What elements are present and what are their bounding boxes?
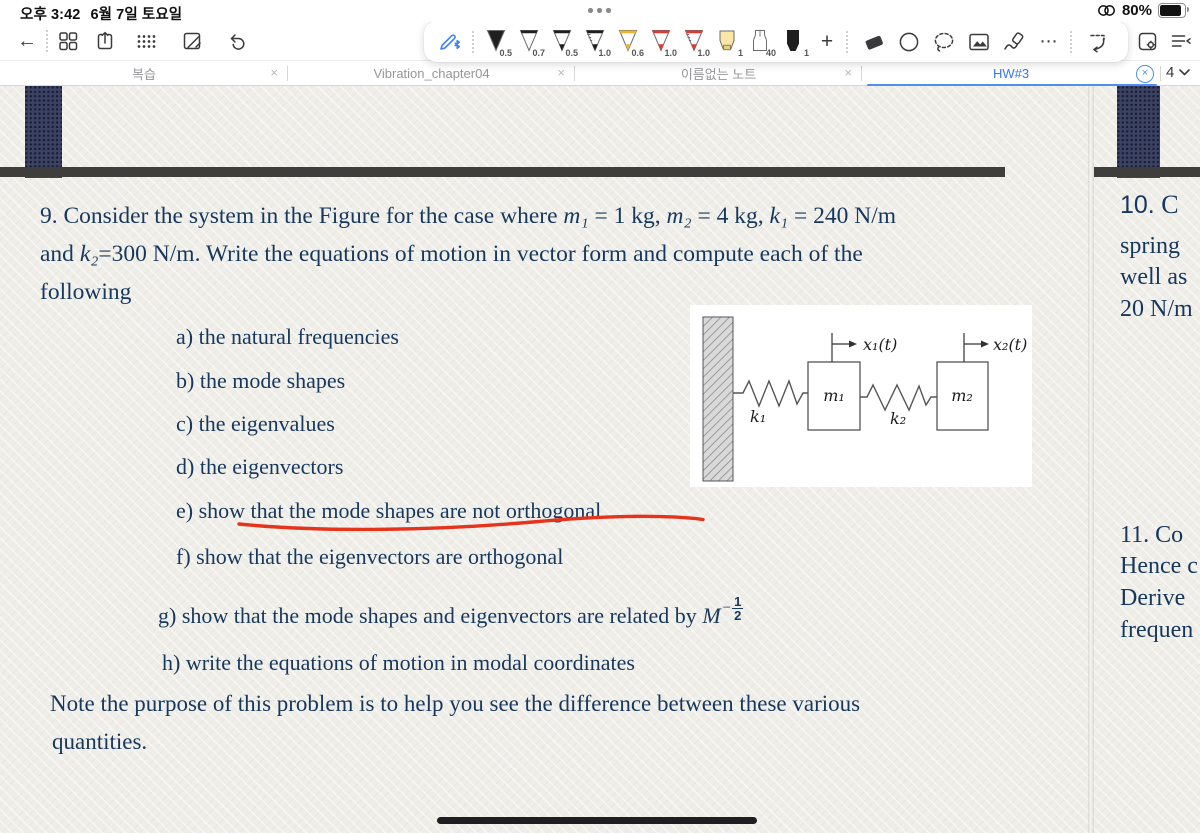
slide-deco-bar-right <box>1094 167 1200 177</box>
page-grid-button[interactable] <box>55 28 81 54</box>
lasso-selection-tool[interactable] <box>1085 29 1111 55</box>
pen-tool-black-07[interactable]: 0.7 <box>517 26 545 58</box>
problem9-line3: following <box>40 279 132 305</box>
page-selector-dropdown[interactable]: 4 <box>1166 64 1191 81</box>
battery-percent: 80% <box>1121 2 1152 19</box>
item-g: g) show that the mode shapes and eigenve… <box>158 593 744 628</box>
window-handle-dots[interactable] <box>588 8 611 13</box>
close-icon[interactable]: × <box>270 65 278 80</box>
pdf-canvas[interactable]: 9. Consider the system in the Figure for… <box>0 86 1200 833</box>
pen-tool-yellow-06[interactable]: 0.6 <box>616 26 644 58</box>
eraser-tool[interactable] <box>861 29 887 55</box>
problem11-line1: 11. Co <box>1120 522 1184 548</box>
marker-tool-black[interactable]: 1 <box>781 26 809 58</box>
sidebar-toggle-button[interactable] <box>1168 28 1194 54</box>
tab-vibration-chapter04[interactable]: Vibration_chapter04 × <box>288 61 575 86</box>
problem10-line3: well as <box>1120 264 1188 290</box>
annotation-mode-button[interactable] <box>179 28 205 54</box>
pen-panel-divider <box>1070 30 1072 53</box>
tab-untitled-note[interactable]: 이름없는 노트 × <box>575 61 862 86</box>
ruler-pen-tool-red-10[interactable]: 1.0 <box>682 26 710 58</box>
problem10-line1: 10. C <box>1120 190 1179 219</box>
status-date: 6월 7일 토요일 <box>90 7 183 23</box>
label-m2: m₂ <box>951 386 973 405</box>
label-k1: k₁ <box>750 407 766 426</box>
problem11-line4: frequen <box>1120 617 1194 643</box>
brush-tool-40[interactable]: 40 <box>748 26 776 58</box>
item-f: f) show that the eigenvectors are orthog… <box>176 544 564 569</box>
ipad-screen: 오후 3:42 6월 7일 토요일 80% ← 0.5 0.7 0.5 1.0 … <box>0 0 1200 833</box>
problem10-line2: spring <box>1120 233 1180 259</box>
pen-tool-red-10[interactable]: 1.0 <box>649 26 677 58</box>
close-icon[interactable]: × <box>844 65 852 80</box>
share-export-button[interactable] <box>92 28 118 54</box>
pen-panel-divider <box>472 30 474 53</box>
note-line1: Note the purpose of this problem is to h… <box>50 691 861 716</box>
page-settings-button[interactable] <box>1134 28 1160 54</box>
item-c: c) the eigenvalues <box>176 411 335 436</box>
slide-deco-strip-left <box>25 86 62 178</box>
close-tab-circle-icon[interactable]: × <box>1136 65 1154 83</box>
add-pen-button[interactable]: + <box>816 28 838 56</box>
label-x2t: x₂(t) <box>993 335 1027 354</box>
problem11-line3: Derive <box>1120 585 1186 611</box>
label-k2: k₂ <box>890 409 906 428</box>
shape-circle-tool[interactable] <box>896 29 922 55</box>
item-d: d) the eigenvectors <box>176 454 344 479</box>
close-icon[interactable]: × <box>557 65 565 80</box>
bluetooth-pen-tool[interactable] <box>436 28 464 56</box>
slide-deco-bar-left <box>0 167 1005 177</box>
back-button[interactable]: ← <box>14 28 40 54</box>
apps-dots-button[interactable] <box>133 28 159 54</box>
active-tab-underline <box>867 83 1157 86</box>
home-indicator[interactable] <box>437 817 757 824</box>
highlighter-tool-yellow[interactable]: 1 <box>715 26 743 58</box>
more-tools-button[interactable]: ⋯ <box>1036 29 1062 55</box>
lasso-tool[interactable] <box>931 29 957 55</box>
slide-deco-strip-right <box>1117 86 1160 178</box>
item-a: a) the natural frequencies <box>176 324 399 349</box>
figure-two-mass-spring-system: x₁(t) x₂(t) m₁ m₂ k₁ k₂ <box>690 305 1032 487</box>
status-time: 오후 3:42 <box>20 7 81 23</box>
note-line2: quantities. <box>52 729 148 754</box>
status-bar: 오후 3:42 6월 7일 토요일 80% <box>0 0 1200 24</box>
pen-tool-black-05b[interactable]: 0.5 <box>550 26 578 58</box>
pen-toolbar-panel: 0.5 0.7 0.5 1.0 0.6 1.0 1.0 1 40 1 + ⋯ <box>424 21 1128 62</box>
label-x1t: x₁(t) <box>863 335 897 354</box>
label-m1: m₁ <box>823 386 845 405</box>
item-h: h) write the equations of motion in moda… <box>162 650 635 675</box>
problem9-line2: and k₂=300 N/m. Write the equations of m… <box>40 241 863 267</box>
item-b: b) the mode shapes <box>176 368 346 393</box>
problem10-line4: 20 N/m <box>1120 296 1193 322</box>
status-time-date: 오후 3:42 6월 7일 토요일 <box>20 3 192 24</box>
problem9-line1: 9. Consider the system in the Figure for… <box>40 203 897 229</box>
toolbar-divider <box>46 30 48 52</box>
insert-image-tool[interactable] <box>966 29 992 55</box>
stroke-eraser-tool[interactable] <box>1001 29 1027 55</box>
wall-hatched <box>702 316 734 482</box>
status-right: 80% <box>1097 2 1189 19</box>
pen-panel-divider <box>846 30 848 53</box>
next-page-preview[interactable]: 10. C spring well as 20 N/m 11. Co Hence… <box>1094 86 1200 833</box>
pen-tool-black-05[interactable]: 0.5 <box>484 26 512 58</box>
tab-hw3-active[interactable]: HW#3 <box>862 61 1160 86</box>
tab-review[interactable]: 복습 × <box>0 61 288 86</box>
toolbar: ← 0.5 0.7 0.5 1.0 0.6 1.0 1.0 1 40 1 + ⋯ <box>0 21 1200 62</box>
red-underline-annotation <box>237 514 705 532</box>
undo-button[interactable] <box>223 28 249 54</box>
document-tab-bar: 복습 × Vibration_chapter04 × 이름없는 노트 × HW#… <box>0 60 1200 86</box>
battery-icon <box>1158 3 1189 18</box>
problem11-line2: Hence c <box>1120 553 1198 579</box>
hotspot-link-icon <box>1097 3 1116 18</box>
ruler-pen-tool-black-10[interactable]: 1.0 <box>583 26 611 58</box>
